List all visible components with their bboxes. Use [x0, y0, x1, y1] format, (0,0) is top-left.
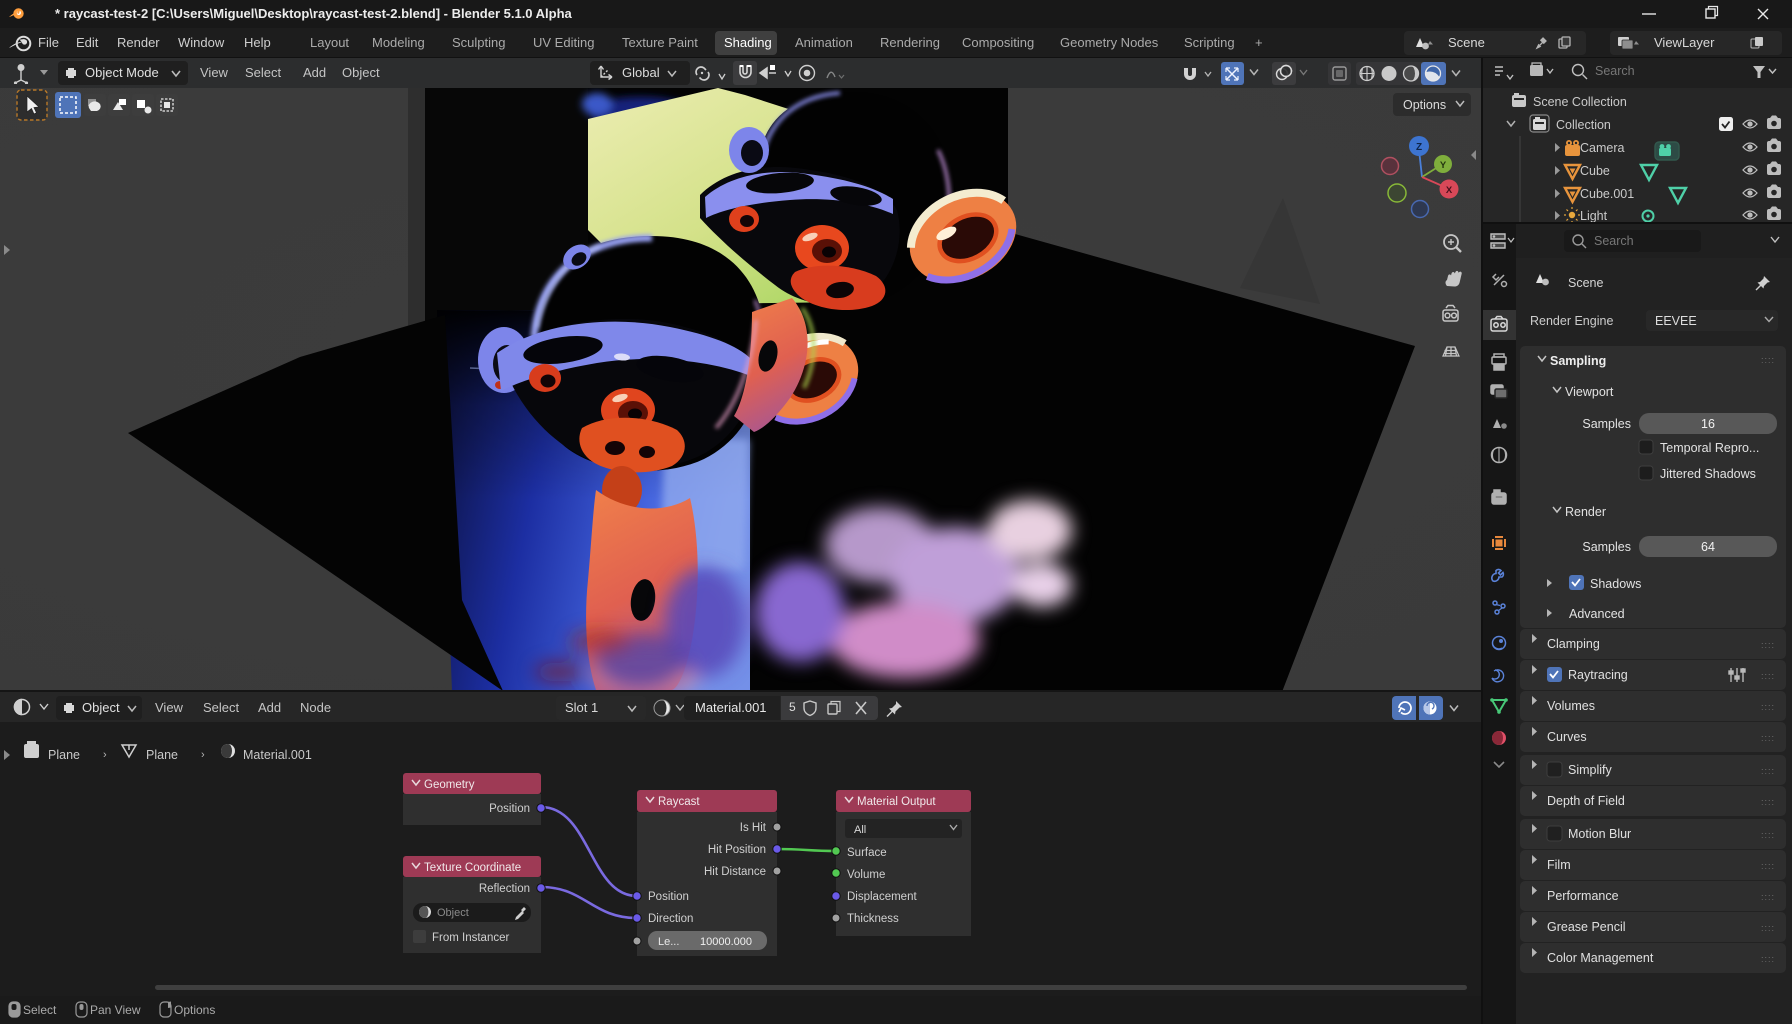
- svg-text:Hit Distance: Hit Distance: [704, 866, 766, 878]
- svg-text:Options: Options: [1403, 98, 1446, 112]
- svg-text:Select: Select: [23, 1003, 57, 1017]
- svg-text:::::: ::::: [1761, 954, 1775, 964]
- svg-text:Options: Options: [174, 1003, 215, 1017]
- svg-text:Collection: Collection: [1556, 118, 1611, 132]
- svg-text:Curves: Curves: [1547, 730, 1587, 744]
- svg-text:EEVEE: EEVEE: [1655, 314, 1697, 328]
- svg-text:::::: ::::: [1761, 830, 1775, 840]
- svg-text:::::: ::::: [1761, 923, 1775, 933]
- svg-text:Volume: Volume: [847, 869, 885, 881]
- svg-text:Search: Search: [1594, 234, 1634, 248]
- svg-text:Texture Coordinate: Texture Coordinate: [424, 862, 521, 874]
- svg-text:Shadows: Shadows: [1590, 577, 1641, 591]
- svg-text:::::: ::::: [1761, 733, 1775, 743]
- svg-text:Samples: Samples: [1582, 540, 1631, 554]
- svg-text:Thickness: Thickness: [847, 913, 899, 925]
- svg-text:Clamping: Clamping: [1547, 637, 1600, 651]
- svg-text:Geometry: Geometry: [424, 779, 475, 791]
- svg-text:Color Management: Color Management: [1547, 951, 1654, 965]
- svg-text:Le...: Le...: [658, 936, 679, 948]
- svg-text:Is Hit: Is Hit: [740, 822, 767, 834]
- svg-text:Raycast: Raycast: [658, 796, 700, 808]
- svg-text:Reflection: Reflection: [479, 883, 530, 895]
- svg-text:Position: Position: [648, 891, 689, 903]
- svg-text:16: 16: [1701, 417, 1715, 431]
- svg-text:Render: Render: [1565, 505, 1606, 519]
- svg-text:Advanced: Advanced: [1569, 607, 1625, 621]
- svg-text:Plane: Plane: [48, 748, 80, 762]
- svg-text:Temporal Repro...: Temporal Repro...: [1660, 441, 1759, 455]
- svg-text:›: ›: [201, 749, 205, 761]
- svg-text:::::: ::::: [1761, 355, 1775, 365]
- svg-text:Scene Collection: Scene Collection: [1533, 95, 1627, 109]
- svg-text:Camera: Camera: [1580, 141, 1625, 155]
- svg-text:Raytracing: Raytracing: [1568, 668, 1628, 682]
- svg-text:Surface: Surface: [847, 847, 887, 859]
- svg-text:Y: Y: [1440, 160, 1447, 171]
- svg-text:Cube.001: Cube.001: [1580, 187, 1634, 201]
- svg-text:Jittered Shadows: Jittered Shadows: [1660, 467, 1756, 481]
- svg-text:::::: ::::: [1761, 892, 1775, 902]
- svg-text:Performance: Performance: [1547, 889, 1619, 903]
- svg-text:Samples: Samples: [1582, 417, 1631, 431]
- svg-text:Light: Light: [1580, 209, 1608, 223]
- svg-text:Displacement: Displacement: [847, 891, 917, 903]
- svg-text:Depth of Field: Depth of Field: [1547, 794, 1625, 808]
- svg-text:Plane: Plane: [146, 748, 178, 762]
- svg-text:X: X: [1446, 185, 1453, 196]
- svg-text:::::: ::::: [1761, 766, 1775, 776]
- svg-text:::::: ::::: [1761, 702, 1775, 712]
- svg-text:::::: ::::: [1761, 671, 1775, 681]
- svg-text:10000.000: 10000.000: [700, 936, 752, 948]
- svg-text:::::: ::::: [1761, 797, 1775, 807]
- svg-text:Volumes: Volumes: [1547, 699, 1595, 713]
- svg-text:All: All: [854, 824, 866, 836]
- svg-text:Scene: Scene: [1568, 276, 1603, 290]
- svg-text:Hit Position: Hit Position: [708, 844, 766, 856]
- svg-text:Material Output: Material Output: [857, 796, 936, 808]
- svg-text:Z: Z: [1416, 142, 1422, 153]
- svg-text:›: ›: [103, 749, 107, 761]
- svg-text:Simplify: Simplify: [1568, 763, 1613, 777]
- svg-text:Pan View: Pan View: [90, 1003, 141, 1017]
- svg-text:Render Engine: Render Engine: [1530, 314, 1613, 328]
- svg-text:Grease Pencil: Grease Pencil: [1547, 920, 1626, 934]
- svg-text:Position: Position: [489, 803, 530, 815]
- svg-text:::::: ::::: [1761, 861, 1775, 871]
- svg-text:64: 64: [1701, 540, 1715, 554]
- svg-text:Viewport: Viewport: [1565, 385, 1614, 399]
- svg-text:From Instancer: From Instancer: [432, 932, 509, 944]
- svg-text:Object: Object: [437, 907, 469, 919]
- svg-text:Material.001: Material.001: [243, 748, 312, 762]
- svg-text:Sampling: Sampling: [1550, 354, 1606, 368]
- svg-text:Search: Search: [1595, 64, 1635, 78]
- svg-text:Film: Film: [1547, 858, 1571, 872]
- svg-text:Cube: Cube: [1580, 164, 1610, 178]
- svg-text:::::: ::::: [1761, 640, 1775, 650]
- svg-text:Direction: Direction: [648, 913, 693, 925]
- svg-text:Motion Blur: Motion Blur: [1568, 827, 1631, 841]
